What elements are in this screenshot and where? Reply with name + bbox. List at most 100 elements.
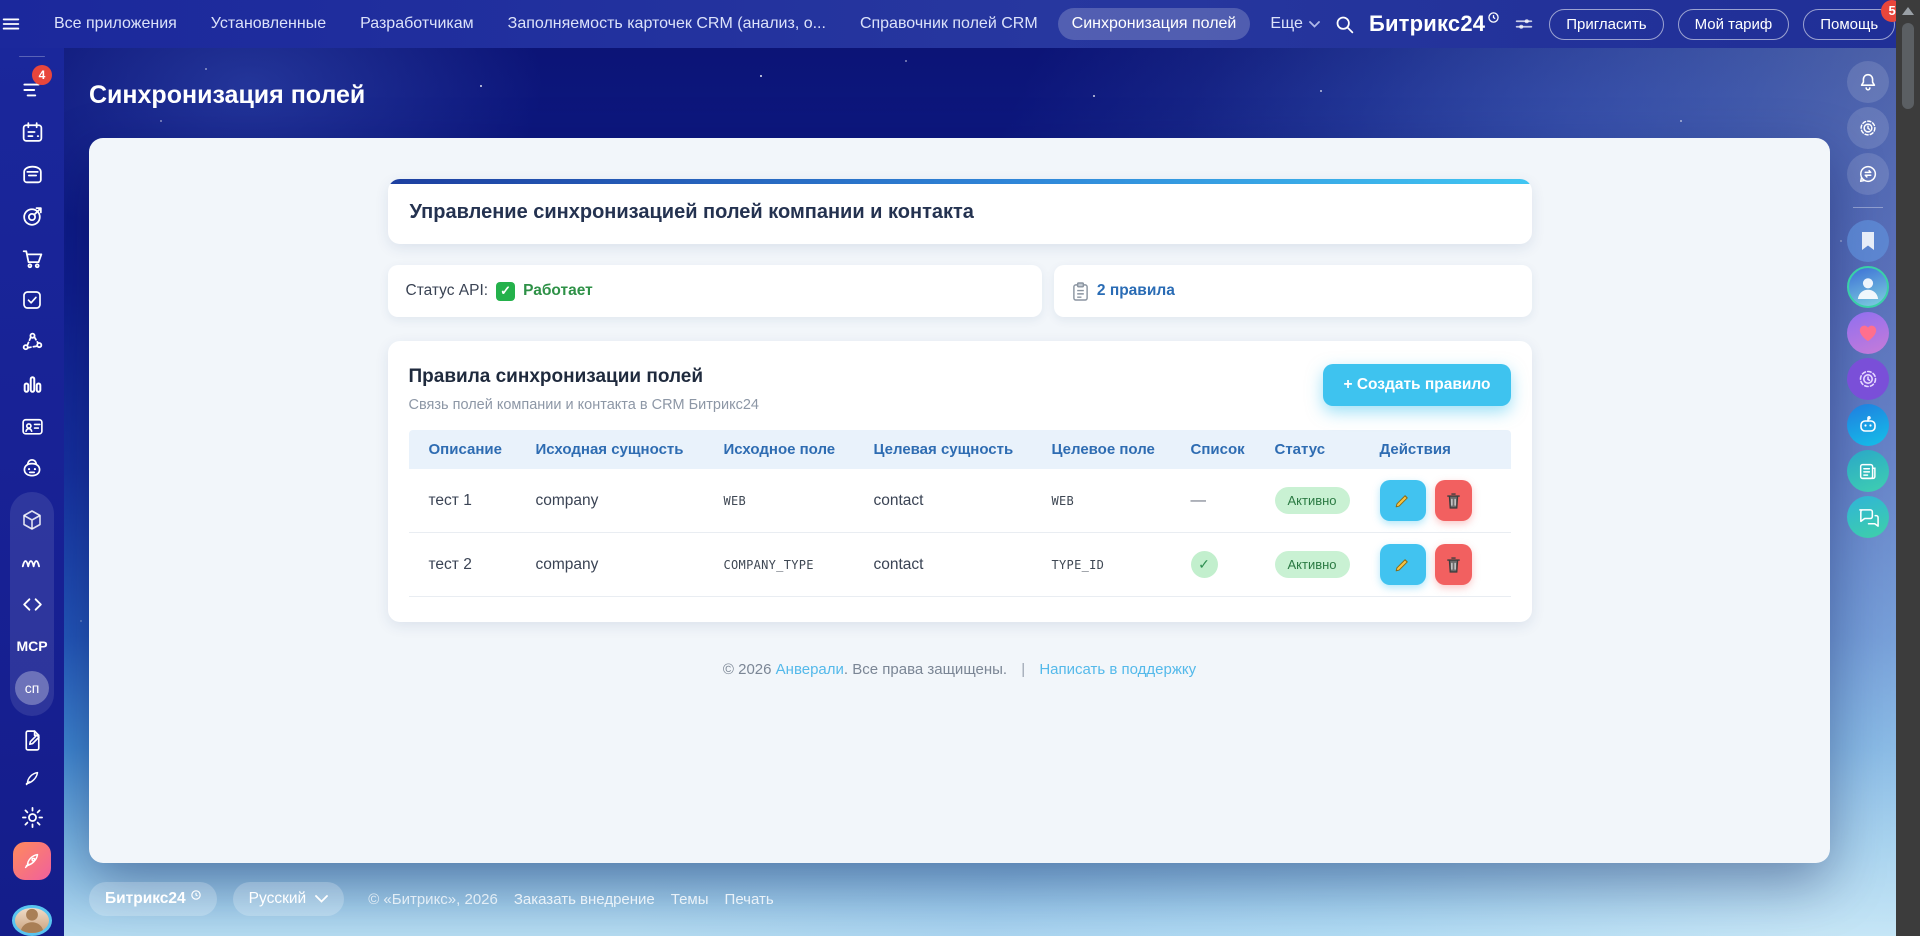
sidebar-item-calendar[interactable] xyxy=(10,111,54,153)
chevron-down-icon xyxy=(315,895,329,903)
sidebar-item-drive[interactable] xyxy=(10,153,54,195)
bitrix-copyright: © «Битрикс», 2026 xyxy=(368,890,498,908)
sidebar-item-settings[interactable] xyxy=(10,797,54,837)
bar-chart-icon xyxy=(23,376,41,393)
search-icon[interactable] xyxy=(1334,14,1355,35)
content-card: Управление синхронизацией полей компании… xyxy=(89,138,1830,863)
bottom-bar: Битрикс24 Русский © «Битрикс», 2026 Зака… xyxy=(89,882,774,916)
sidebar-item-rocket-app[interactable] xyxy=(10,837,54,885)
settings-sliders-icon[interactable] xyxy=(1513,13,1535,35)
panel-title: Управление синхронизацией полей компании… xyxy=(409,201,974,223)
tab-field-sync-active[interactable]: Синхронизация полей xyxy=(1057,8,1251,40)
code-icon xyxy=(22,598,42,611)
panel-header-card: Управление синхронизацией полей компании… xyxy=(387,179,1532,244)
api-status-label: Статус API: xyxy=(405,282,489,299)
sidebar-item-field-sync-active[interactable]: сп xyxy=(10,667,54,709)
language-selector[interactable]: Русский xyxy=(232,882,345,916)
sidebar-item-mcp[interactable]: MCP xyxy=(10,625,54,667)
copilot-button[interactable] xyxy=(1847,404,1889,446)
notifications-button[interactable] xyxy=(1847,61,1889,103)
scrollbar[interactable] xyxy=(1896,0,1920,936)
create-rule-button[interactable]: + Создать правило xyxy=(1323,364,1511,406)
tab-all-apps[interactable]: Все приложения xyxy=(40,8,191,40)
navbar-right: Битрикс24 Пригласить Мой тариф Помощь 5 … xyxy=(1334,0,1920,45)
rules-panel-subtitle: Связь полей компании и контакта в CRM Би… xyxy=(408,397,759,413)
sidebar-item-document-edit[interactable] xyxy=(10,719,54,761)
trash-icon xyxy=(1446,492,1460,509)
tab-more[interactable]: Еще xyxy=(1256,8,1334,40)
rocket-icon xyxy=(25,772,39,786)
sidebar-app-group: MCP сп xyxy=(10,492,54,717)
print-link[interactable]: Печать xyxy=(725,891,774,908)
chat-sync-button[interactable] xyxy=(1847,153,1889,195)
drive-icon xyxy=(22,165,42,184)
sidebar-item-feed[interactable]: 4 xyxy=(10,65,54,111)
pencil-icon xyxy=(1395,559,1408,572)
sidebar-item-analytics[interactable] xyxy=(10,363,54,405)
clock-icon xyxy=(1488,12,1499,23)
app-tabs: Все приложения Установленные Разработчик… xyxy=(40,8,1334,40)
tariff-button[interactable]: Мой тариф xyxy=(1677,8,1790,40)
status-row: Статус API: ✓ Работает 2 правила xyxy=(387,265,1532,317)
sidebar-item-shop[interactable] xyxy=(10,237,54,279)
tab-installed[interactable]: Установленные xyxy=(197,8,340,40)
col-list: Список xyxy=(1190,441,1245,458)
top-navbar: Все приложения Установленные Разработчик… xyxy=(0,0,1920,48)
edit-rule-button[interactable] xyxy=(1379,544,1426,585)
scrollbar-thumb[interactable] xyxy=(1902,23,1914,109)
timer-icon xyxy=(1860,120,1876,136)
news-button[interactable] xyxy=(1847,450,1889,492)
rule-source-field: COMPANY_TYPE xyxy=(723,557,814,572)
cart-icon xyxy=(22,250,42,269)
tab-crm-fields[interactable]: Справочник полей CRM xyxy=(846,8,1052,40)
bookmarks-button[interactable] xyxy=(1847,220,1889,262)
tab-crm-fill[interactable]: Заполняемость карточек CRM (анализ, о... xyxy=(494,8,840,40)
time-management-button[interactable] xyxy=(1847,358,1889,400)
bookmark-icon xyxy=(1862,232,1874,250)
copyright-suffix: . Все права защищены. xyxy=(843,661,1008,678)
rules-count-card: 2 правила xyxy=(1053,265,1532,317)
support-link[interactable]: Написать в поддержку xyxy=(1039,661,1196,678)
bitrix24-logo[interactable]: Битрикс24 xyxy=(1369,11,1499,37)
timer-button[interactable] xyxy=(1847,107,1889,149)
sidebar-user-avatar[interactable] xyxy=(12,905,52,936)
order-implementation-link[interactable]: Заказать внедрение xyxy=(514,891,655,908)
sidebar-item-rocket[interactable] xyxy=(10,761,54,797)
api-ok-check-icon: ✓ xyxy=(496,281,516,301)
rule-target-entity: contact xyxy=(873,491,924,509)
invite-button[interactable]: Пригласить xyxy=(1549,8,1664,40)
sidebar-item-package[interactable] xyxy=(10,499,54,541)
sidebar-item-contact-card[interactable] xyxy=(10,405,54,447)
sidebar-item-network[interactable] xyxy=(10,321,54,363)
sidebar-item-developer-code[interactable] xyxy=(10,583,54,625)
col-target-entity: Целевая сущность xyxy=(873,441,1014,458)
robot-avatar-icon xyxy=(1860,416,1876,432)
tab-developers[interactable]: Разработчикам xyxy=(346,8,488,40)
hamburger-menu-icon[interactable] xyxy=(0,13,22,35)
themes-link[interactable]: Темы xyxy=(671,891,709,908)
scrollbar-up-arrow[interactable] xyxy=(1902,7,1914,15)
sidebar-item-tasks[interactable] xyxy=(10,279,54,321)
bell-icon xyxy=(1860,73,1876,91)
col-status: Статус xyxy=(1274,441,1326,458)
assistant-avatar-button[interactable] xyxy=(1847,266,1889,308)
edit-rule-button[interactable] xyxy=(1379,480,1426,521)
sidebar-item-ai-bot[interactable] xyxy=(10,447,54,489)
crm-love-button[interactable] xyxy=(1847,312,1889,354)
news-icon xyxy=(1859,463,1876,480)
rule-source-field: WEB xyxy=(723,493,747,508)
delete-rule-button[interactable] xyxy=(1434,480,1472,521)
delete-rule-button[interactable] xyxy=(1434,544,1472,585)
content-footer: © 2026 Анверали. Все права защищены. | Н… xyxy=(388,661,1532,678)
sidebar-item-waves-app[interactable] xyxy=(10,541,54,583)
rules-panel-heading: Правила синхронизации полей Связь полей … xyxy=(409,364,759,413)
bitrix24-footer-badge[interactable]: Битрикс24 xyxy=(89,882,217,916)
rules-table-header: Описание Исходная сущность Исходное поле… xyxy=(408,430,1511,469)
col-description: Описание xyxy=(428,441,502,458)
document-edit-icon xyxy=(24,730,40,751)
messenger-button[interactable] xyxy=(1847,496,1889,538)
sidebar-item-crm-target[interactable] xyxy=(10,195,54,237)
rule-source-entity: company xyxy=(535,555,599,573)
api-status-value: Работает xyxy=(523,282,593,299)
brand-link[interactable]: Анверали xyxy=(776,661,844,678)
